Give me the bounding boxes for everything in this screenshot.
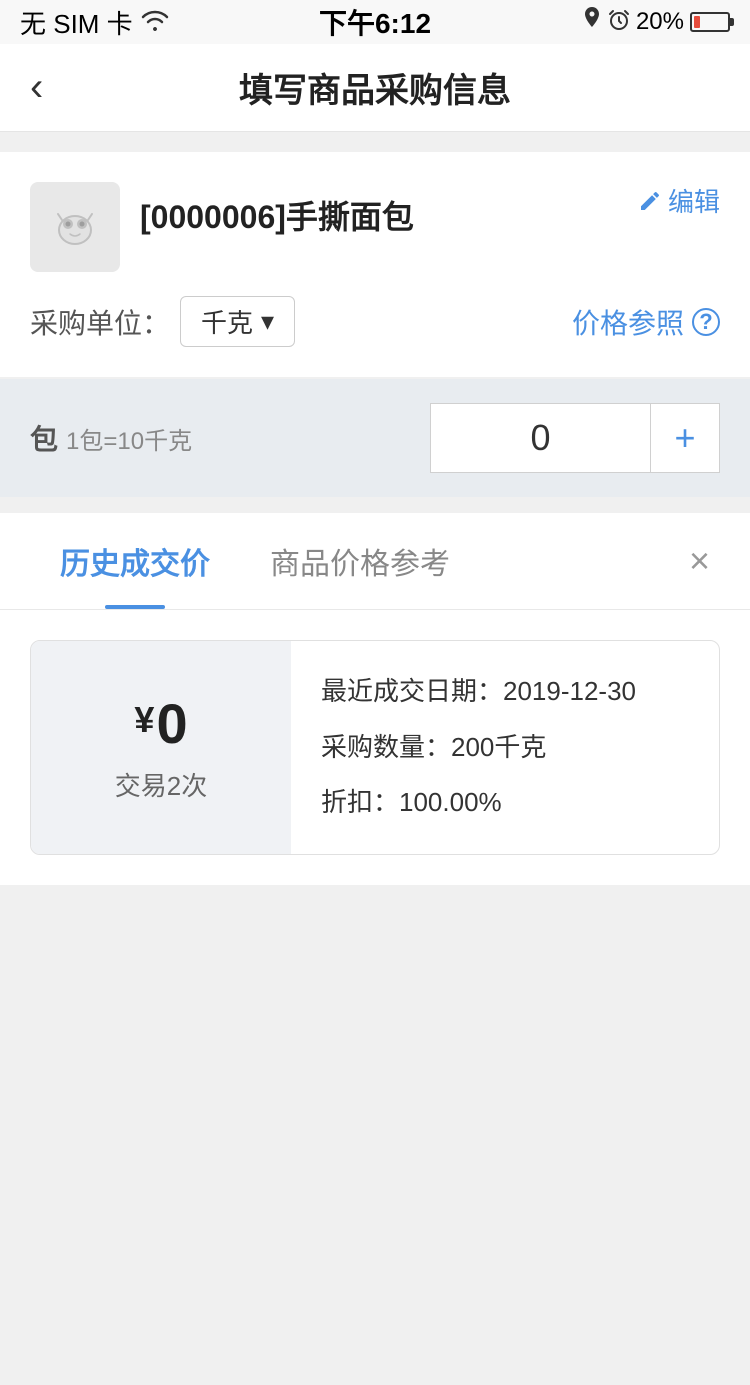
product-name: [0000006]手撕面包 — [140, 182, 414, 238]
currency-symbol: ¥ — [134, 699, 154, 741]
price-card: ¥ 0 交易2次 最近成交日期：2019-12-30 采购数量：200千克 折扣… — [30, 640, 720, 855]
purchase-quantity-row: 采购数量：200千克 — [321, 727, 689, 769]
unit-value: 千克 — [201, 303, 253, 340]
tabs-header: 历史成交价 商品价格参考 × — [0, 513, 750, 610]
conversion-note: 1包=10千克 — [66, 421, 192, 456]
tabs-list: 历史成交价 商品价格参考 — [30, 513, 679, 609]
price-reference-button[interactable]: 价格参照 ? — [572, 302, 720, 342]
wifi-icon — [141, 7, 169, 38]
price-times: 交易2次 — [115, 766, 207, 803]
page-title: 填写商品采购信息 — [239, 63, 511, 112]
status-time: 下午6:12 — [319, 2, 431, 42]
package-label: 包 — [30, 418, 58, 458]
price-amount: ¥ 0 — [134, 691, 187, 756]
recent-date-row: 最近成交日期：2019-12-30 — [321, 671, 689, 713]
help-icon: ? — [692, 308, 720, 336]
unit-label: 采购单位： — [30, 302, 170, 342]
battery-percentage: 20% — [636, 8, 684, 36]
discount-label: 折扣： — [321, 787, 399, 817]
back-button[interactable]: ‹ — [20, 55, 53, 120]
edit-button[interactable]: 编辑 — [638, 182, 720, 219]
tab-price-reference[interactable]: 商品价格参考 — [240, 513, 480, 609]
discount-value: 100.00% — [399, 787, 502, 817]
recent-date-label: 最近成交日期： — [321, 676, 503, 706]
quantity-label-group: 包 1包=10千克 — [30, 418, 192, 458]
product-info-left: [0000006]手撕面包 — [30, 182, 414, 272]
status-right: 20% — [582, 7, 730, 38]
tab-close-button[interactable]: × — [679, 530, 720, 592]
price-card-container: ¥ 0 交易2次 最近成交日期：2019-12-30 采购数量：200千克 折扣… — [0, 610, 750, 885]
tab-history-price[interactable]: 历史成交价 — [30, 513, 240, 609]
quantity-detail-value: 200千克 — [451, 732, 546, 762]
price-card-left: ¥ 0 交易2次 — [31, 641, 291, 854]
price-card-right: 最近成交日期：2019-12-30 采购数量：200千克 折扣：100.00% — [291, 641, 719, 854]
quantity-detail-label: 采购数量： — [321, 732, 451, 762]
product-unit-row: 采购单位： 千克 ▾ 价格参照 ? — [30, 296, 720, 347]
tab-price-ref-label: 商品价格参考 — [270, 548, 450, 581]
recent-date-value: 2019-12-30 — [503, 676, 636, 706]
battery-icon — [690, 12, 730, 32]
edit-label: 编辑 — [668, 182, 720, 219]
quantity-section: 包 1包=10千克 + — [0, 379, 750, 497]
status-left: 无 SIM 卡 — [20, 4, 169, 41]
alarm-icon — [608, 8, 630, 37]
price-ref-label: 价格参照 — [572, 302, 684, 342]
unit-dropdown[interactable]: 千克 ▾ — [180, 296, 295, 347]
tabs-section: 历史成交价 商品价格参考 × ¥ 0 交易2次 最近成交日期：2019-12-3… — [0, 513, 750, 885]
discount-row: 折扣：100.00% — [321, 782, 689, 824]
quantity-control: + — [430, 403, 720, 473]
quantity-plus-button[interactable]: + — [650, 403, 720, 473]
product-header: [0000006]手撕面包 编辑 — [30, 182, 720, 272]
product-image — [50, 202, 100, 252]
unit-selector-group: 采购单位： 千克 ▾ — [30, 296, 295, 347]
quantity-input[interactable] — [430, 403, 650, 473]
tab-history-label: 历史成交价 — [60, 548, 210, 581]
edit-icon — [638, 189, 662, 213]
product-section: [0000006]手撕面包 编辑 采购单位： 千克 ▾ 价格参照 ? — [0, 152, 750, 377]
carrier-text: 无 SIM 卡 — [20, 4, 133, 41]
bottom-area — [0, 885, 750, 1385]
product-thumbnail — [30, 182, 120, 272]
dropdown-arrow-icon: ▾ — [261, 306, 274, 337]
status-bar: 无 SIM 卡 下午6:12 20% — [0, 0, 750, 44]
location-icon — [582, 7, 602, 38]
battery-fill — [694, 16, 700, 28]
price-value: 0 — [156, 691, 187, 756]
nav-bar: ‹ 填写商品采购信息 — [0, 44, 750, 132]
